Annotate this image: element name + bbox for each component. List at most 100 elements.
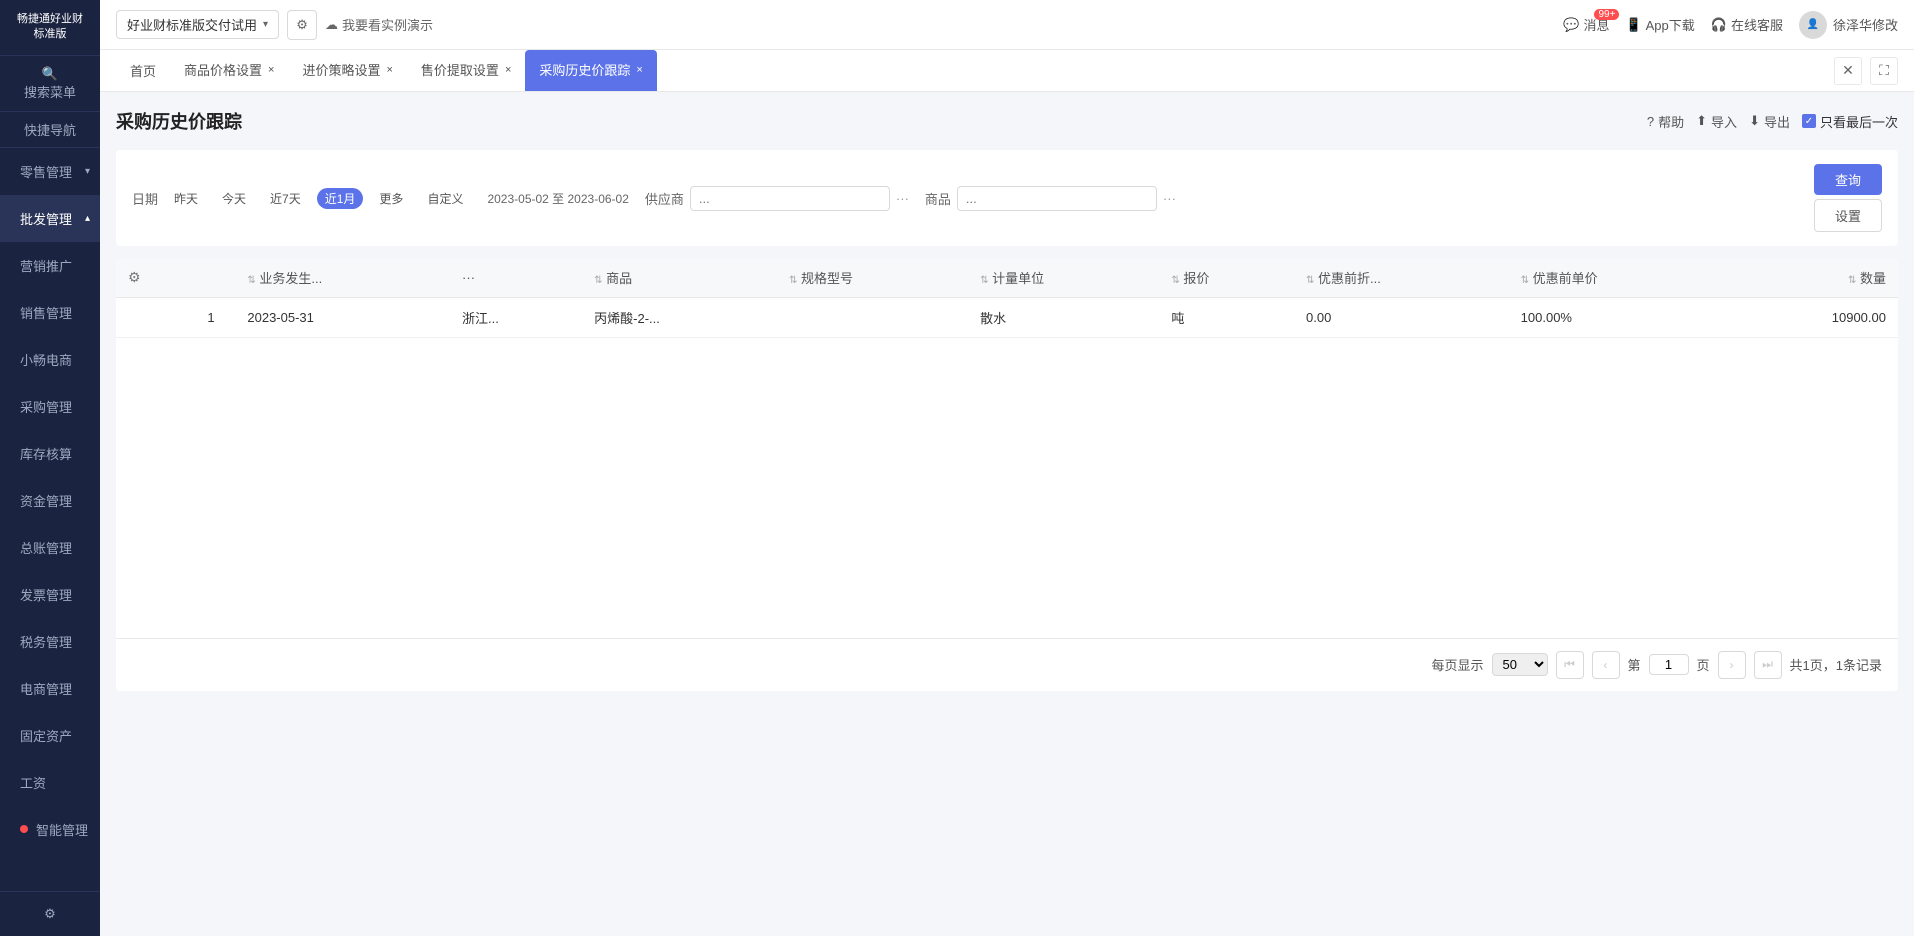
tab-close-icon[interactable]: × — [386, 64, 392, 76]
tab-label: 进价策略设置 — [302, 60, 380, 79]
th-unit[interactable]: ⇅ 计量单位 — [968, 258, 1159, 298]
date-btn-1month[interactable]: 近1月 — [317, 188, 364, 209]
tab-price-strategy[interactable]: 进价策略设置 × — [288, 50, 406, 91]
date-filter-row: 日期 昨天 今天 近7天 近1月 更多 自定义 — [132, 188, 471, 209]
date-btn-custom[interactable]: 自定义 — [419, 188, 471, 209]
sidebar-item-label: 总账管理 — [20, 538, 72, 557]
app-name: 畅捷通好业财标准版 — [17, 12, 83, 43]
th-spec[interactable]: ⇅ 规格型号 — [777, 258, 968, 298]
supplier-more-icon[interactable]: ··· — [896, 191, 909, 206]
last-page-button[interactable]: ⏭ — [1754, 651, 1782, 679]
tab-purchase-history[interactable]: 采购历史价跟踪 × — [525, 50, 656, 91]
sidebar-item-purchase[interactable]: 采购管理 — [0, 383, 100, 430]
supplier-input[interactable] — [690, 186, 890, 211]
page-content: 采购历史价跟踪 ? 帮助 ⬆ 导入 ⬇ 导出 ✓ 只看最后一次 — [100, 92, 1914, 936]
sidebar-item-sales[interactable]: 销售管理 — [0, 289, 100, 336]
sidebar-item-general-ledger[interactable]: 总账管理 — [0, 524, 100, 571]
total-info: 共1页，1条记录 — [1790, 655, 1882, 674]
per-page-select[interactable]: 50 100 200 — [1492, 653, 1548, 676]
sidebar-item-search[interactable]: 🔍 搜索菜单 — [0, 56, 100, 112]
date-btn-more[interactable]: 更多 — [371, 188, 411, 209]
page-prefix-label: 第 — [1628, 655, 1641, 674]
pagination-area: 每页显示 50 100 200 ⏮ ‹ 第 页 › ⏭ 共1页，1条记录 — [116, 638, 1898, 691]
tab-home[interactable]: 首页 — [116, 50, 170, 91]
help-label: 帮助 — [1658, 112, 1684, 131]
sidebar-item-wholesale[interactable]: 批发管理 ▴ — [0, 195, 100, 242]
version-selector[interactable]: 好业财标准版交付试用 ▾ — [116, 10, 279, 39]
supplier-filter-label: 供应商 — [645, 189, 684, 208]
sidebar-item-label: 快捷导航 — [8, 120, 92, 139]
sidebar-item-label: 工资 — [20, 773, 46, 792]
th-price[interactable]: ⇅ 报价 — [1159, 258, 1294, 298]
goods-more-icon[interactable]: ··· — [1163, 191, 1176, 206]
table-header-row: ⚙ ⇅ 业务发生... ··· ⇅ 商品 ⇅ 规格型 — [116, 258, 1898, 298]
sidebar-item-salary[interactable]: 工资 — [0, 759, 100, 806]
query-button[interactable]: 查询 — [1814, 164, 1882, 195]
th-biz-date[interactable]: ⇅ 业务发生... — [235, 258, 450, 298]
sort-icon: ⇅ — [594, 275, 602, 286]
sidebar-item-label: 小畅电商 — [20, 350, 72, 369]
sidebar-item-smart[interactable]: 智能管理 — [0, 806, 100, 853]
date-btn-yesterday[interactable]: 昨天 — [166, 188, 206, 209]
tab-close-icon[interactable]: × — [268, 64, 274, 76]
topbar-settings-button[interactable]: ⚙ — [287, 10, 317, 40]
help-button[interactable]: ? 帮助 — [1647, 112, 1684, 131]
th-qty[interactable]: ⇅ 数量 — [1728, 258, 1898, 298]
th-more[interactable]: ··· — [450, 258, 582, 298]
message-button[interactable]: 💬 消息 99+ — [1563, 15, 1609, 34]
sidebar-item-finance[interactable]: 资金管理 — [0, 477, 100, 524]
th-gear[interactable]: ⚙ — [116, 258, 195, 298]
th-label: 商品 — [606, 271, 632, 286]
last-only-checkbox[interactable]: ✓ 只看最后一次 — [1802, 112, 1898, 131]
notification-dot — [20, 825, 28, 833]
demo-button[interactable]: ☁ 我要看实例演示 — [325, 15, 433, 34]
tab-maximize-button[interactable]: ⛶ — [1870, 57, 1898, 85]
tab-sale-price[interactable]: 售价提取设置 × — [407, 50, 525, 91]
online-service-button[interactable]: 🎧 在线客服 — [1711, 15, 1783, 34]
sidebar-item-tax[interactable]: 税务管理 — [0, 618, 100, 665]
goods-input[interactable] — [957, 186, 1157, 211]
phone-icon: 📱 — [1625, 17, 1641, 33]
tab-goods-price[interactable]: 商品价格设置 × — [170, 50, 288, 91]
th-label: 报价 — [1183, 271, 1209, 286]
app-download-button[interactable]: 📱 App下载 — [1625, 15, 1694, 34]
prev-page-button[interactable]: ‹ — [1592, 651, 1620, 679]
th-label: 规格型号 — [801, 271, 853, 286]
next-page-button[interactable]: › — [1718, 651, 1746, 679]
user-area[interactable]: 👤 徐泽华修改 — [1799, 11, 1898, 39]
cell-gear — [116, 298, 195, 338]
sidebar-item-fixed-assets[interactable]: 固定资产 — [0, 712, 100, 759]
th-pre-discount-price[interactable]: ⇅ 优惠前单价 — [1509, 258, 1728, 298]
tab-close-icon[interactable]: × — [505, 64, 511, 76]
sidebar-item-quick-nav[interactable]: 快捷导航 — [0, 112, 100, 148]
first-page-button[interactable]: ⏮ — [1556, 651, 1584, 679]
th-discount[interactable]: ⇅ 优惠前折... — [1294, 258, 1509, 298]
export-label: 导出 — [1764, 112, 1790, 131]
page-number-input[interactable] — [1649, 654, 1689, 675]
app-logo: 畅捷通好业财标准版 — [0, 0, 100, 56]
sidebar-bottom-settings[interactable]: ⚙ — [0, 891, 100, 936]
sidebar-item-inventory[interactable]: 库存核算 — [0, 430, 100, 477]
user-icon: 👤 — [1807, 19, 1819, 30]
th-goods[interactable]: ⇅ 商品 — [582, 258, 777, 298]
sidebar-item-label: 零售管理 — [20, 162, 72, 181]
date-btn-7days[interactable]: 近7天 — [262, 188, 309, 209]
sidebar-item-label: 税务管理 — [20, 632, 72, 651]
sidebar-item-marketing[interactable]: 营销推广 — [0, 242, 100, 289]
sidebar-item-ecommerce[interactable]: 电商管理 — [0, 665, 100, 712]
sidebar-item-ecommerce-small[interactable]: 小畅电商 — [0, 336, 100, 383]
sidebar-item-invoice[interactable]: 发票管理 — [0, 571, 100, 618]
import-button[interactable]: ⬆ 导入 — [1696, 112, 1737, 131]
date-btn-today[interactable]: 今天 — [214, 188, 254, 209]
tab-close-all-button[interactable]: ✕ — [1834, 57, 1862, 85]
filter-settings-button[interactable]: 设置 — [1814, 199, 1882, 232]
page-header: 采购历史价跟踪 ? 帮助 ⬆ 导入 ⬇ 导出 ✓ 只看最后一次 — [116, 108, 1898, 134]
export-button[interactable]: ⬇ 导出 — [1749, 112, 1790, 131]
cell-discount: 100.00% — [1509, 298, 1728, 338]
table-row-2 — [116, 338, 1898, 638]
close-icon: ✕ — [1842, 62, 1854, 79]
sidebar-item-retail[interactable]: 零售管理 ▾ — [0, 148, 100, 195]
tab-label: 售价提取设置 — [421, 60, 499, 79]
import-label: 导入 — [1711, 112, 1737, 131]
tab-close-icon[interactable]: × — [636, 64, 642, 76]
